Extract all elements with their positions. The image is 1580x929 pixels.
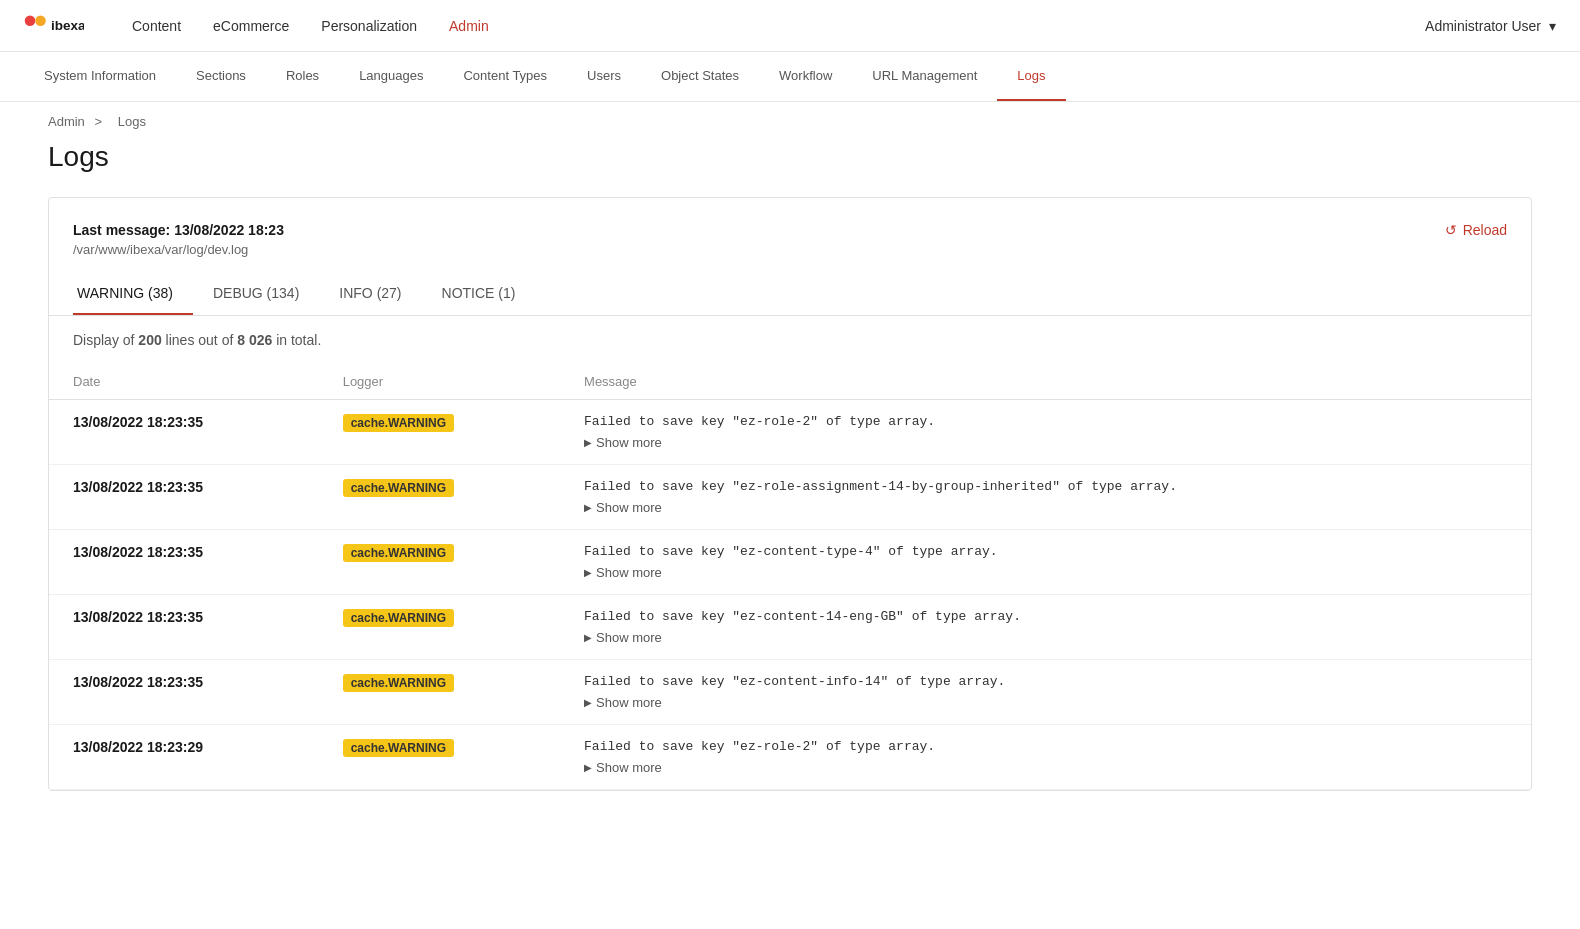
cell-logger: cache.WARNING — [319, 465, 560, 530]
cell-date: 13/08/2022 18:23:35 — [49, 660, 319, 725]
cell-logger: cache.WARNING — [319, 725, 560, 790]
show-more-button[interactable]: Show more — [584, 500, 662, 515]
table-row: 13/08/2022 18:23:35 cache.WARNING Failed t… — [49, 465, 1531, 530]
logger-badge: cache.WARNING — [343, 479, 454, 497]
user-name: Administrator User — [1425, 18, 1541, 34]
log-tabs: WARNING (38) DEBUG (134) INFO (27) NOTIC… — [49, 273, 1531, 316]
reload-label: Reload — [1463, 222, 1507, 238]
cell-message: Failed to save key "ez-role-2" of type a… — [560, 400, 1531, 465]
page-title: Logs — [0, 141, 1580, 197]
logger-badge: cache.WARNING — [343, 674, 454, 692]
second-nav-logs[interactable]: Logs — [997, 52, 1065, 101]
message-text: Failed to save key "ez-content-14-eng-GB… — [584, 609, 1507, 624]
cell-date: 13/08/2022 18:23:35 — [49, 595, 319, 660]
second-nav-sections[interactable]: Sections — [176, 52, 266, 101]
message-text: Failed to save key "ez-content-info-14" … — [584, 674, 1507, 689]
display-info-mid: lines out of — [166, 332, 234, 348]
last-message-label: Last message: 13/08/2022 18:23 — [73, 222, 284, 238]
show-more-button[interactable]: Show more — [584, 695, 662, 710]
cell-message: Failed to save key "ez-content-14-eng-GB… — [560, 595, 1531, 660]
show-more-button[interactable]: Show more — [584, 630, 662, 645]
tab-warning[interactable]: WARNING (38) — [73, 273, 193, 315]
svg-point-0 — [25, 15, 36, 26]
table-row: 13/08/2022 18:23:35 cache.WARNING Failed t… — [49, 595, 1531, 660]
cell-message: Failed to save key "ez-role-assignment-1… — [560, 465, 1531, 530]
nav-personalization[interactable]: Personalization — [321, 18, 417, 34]
cell-date: 13/08/2022 18:23:29 — [49, 725, 319, 790]
user-menu[interactable]: Administrator User ▾ — [1425, 18, 1556, 34]
logger-badge: cache.WARNING — [343, 609, 454, 627]
second-nav-users[interactable]: Users — [567, 52, 641, 101]
second-navigation: System Information Sections Roles Langua… — [0, 52, 1580, 102]
breadcrumb: Admin > Logs — [0, 102, 1580, 141]
cell-logger: cache.WARNING — [319, 595, 560, 660]
table-row: 13/08/2022 18:23:35 cache.WARNING Failed t… — [49, 400, 1531, 465]
col-date: Date — [49, 364, 319, 400]
cell-logger: cache.WARNING — [319, 400, 560, 465]
show-more-button[interactable]: Show more — [584, 435, 662, 450]
tab-debug[interactable]: DEBUG (134) — [209, 273, 319, 315]
display-info-prefix: Display of — [73, 332, 134, 348]
tab-notice[interactable]: NOTICE (1) — [438, 273, 536, 315]
top-nav-left: ibexa Content eCommerce Personalization … — [24, 12, 489, 40]
breadcrumb-admin[interactable]: Admin — [48, 114, 85, 129]
table-row: 13/08/2022 18:23:29 cache.WARNING Failed t… — [49, 725, 1531, 790]
cell-date: 13/08/2022 18:23:35 — [49, 530, 319, 595]
logo[interactable]: ibexa — [24, 12, 84, 40]
log-table: Date Logger Message 13/08/2022 18:23:35 c… — [49, 364, 1531, 790]
cell-message: Failed to save key "ez-content-type-4" o… — [560, 530, 1531, 595]
table-header: Date Logger Message — [49, 364, 1531, 400]
message-text: Failed to save key "ez-role-2" of type a… — [584, 414, 1507, 429]
display-count: 200 — [138, 332, 161, 348]
svg-point-1 — [35, 15, 46, 26]
table-info: Display of 200 lines out of 8 026 in tot… — [49, 316, 1531, 364]
cell-logger: cache.WARNING — [319, 660, 560, 725]
second-nav-url-management[interactable]: URL Management — [852, 52, 997, 101]
card-header: Last message: 13/08/2022 18:23 /var/www/… — [49, 198, 1531, 273]
second-nav-workflow[interactable]: Workflow — [759, 52, 852, 101]
second-nav-roles[interactable]: Roles — [266, 52, 339, 101]
table-row: 13/08/2022 18:23:35 cache.WARNING Failed t… — [49, 530, 1531, 595]
reload-icon: ↺ — [1445, 222, 1457, 238]
chevron-down-icon: ▾ — [1549, 18, 1556, 34]
top-navigation: ibexa Content eCommerce Personalization … — [0, 0, 1580, 52]
second-nav-content-types[interactable]: Content Types — [443, 52, 567, 101]
total-count: 8 026 — [237, 332, 272, 348]
message-text: Failed to save key "ez-role-assignment-1… — [584, 479, 1507, 494]
reload-button[interactable]: ↺ Reload — [1445, 222, 1507, 238]
tab-info[interactable]: INFO (27) — [335, 273, 421, 315]
cell-date: 13/08/2022 18:23:35 — [49, 465, 319, 530]
nav-content[interactable]: Content — [132, 18, 181, 34]
nav-ecommerce[interactable]: eCommerce — [213, 18, 289, 34]
logger-badge: cache.WARNING — [343, 739, 454, 757]
logger-badge: cache.WARNING — [343, 414, 454, 432]
breadcrumb-separator: > — [94, 114, 105, 129]
second-nav-object-states[interactable]: Object States — [641, 52, 759, 101]
nav-admin[interactable]: Admin — [449, 18, 489, 34]
table-body: 13/08/2022 18:23:35 cache.WARNING Failed t… — [49, 400, 1531, 790]
log-path: /var/www/ibexa/var/log/dev.log — [73, 242, 284, 257]
show-more-button[interactable]: Show more — [584, 565, 662, 580]
second-nav-system-information[interactable]: System Information — [24, 52, 176, 101]
col-logger: Logger — [319, 364, 560, 400]
col-message: Message — [560, 364, 1531, 400]
cell-message: Failed to save key "ez-role-2" of type a… — [560, 725, 1531, 790]
cell-message: Failed to save key "ez-content-info-14" … — [560, 660, 1531, 725]
breadcrumb-current: Logs — [118, 114, 146, 129]
logs-card: Last message: 13/08/2022 18:23 /var/www/… — [48, 197, 1532, 791]
show-more-button[interactable]: Show more — [584, 760, 662, 775]
message-text: Failed to save key "ez-content-type-4" o… — [584, 544, 1507, 559]
table-row: 13/08/2022 18:23:35 cache.WARNING Failed t… — [49, 660, 1531, 725]
svg-text:ibexa: ibexa — [51, 17, 84, 32]
cell-logger: cache.WARNING — [319, 530, 560, 595]
cell-date: 13/08/2022 18:23:35 — [49, 400, 319, 465]
display-info-suffix: in total. — [276, 332, 321, 348]
second-nav-languages[interactable]: Languages — [339, 52, 443, 101]
logger-badge: cache.WARNING — [343, 544, 454, 562]
card-header-info: Last message: 13/08/2022 18:23 /var/www/… — [73, 222, 284, 257]
message-text: Failed to save key "ez-role-2" of type a… — [584, 739, 1507, 754]
